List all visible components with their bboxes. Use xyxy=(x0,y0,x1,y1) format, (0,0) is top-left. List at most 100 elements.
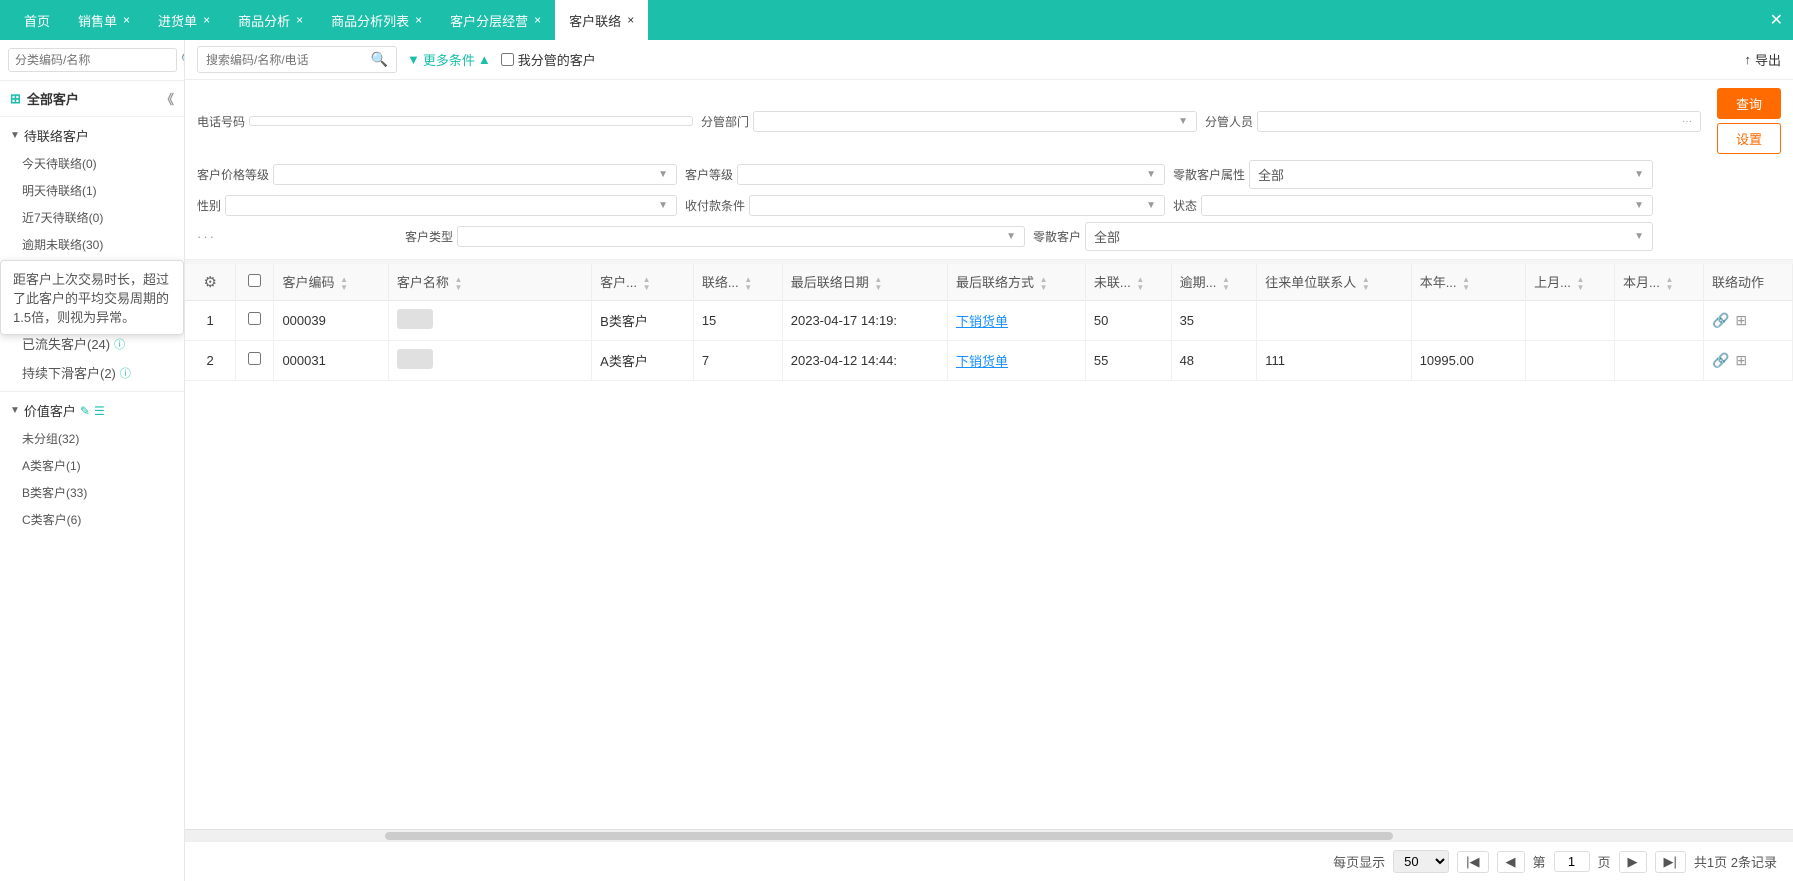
more-dots[interactable]: ··· xyxy=(197,229,216,244)
sidebar-search-input[interactable] xyxy=(8,48,177,72)
price-level-arrow-icon: ▼ xyxy=(658,169,668,180)
nav-window-close[interactable]: ✕ xyxy=(1770,10,1783,30)
row1-checkbox[interactable] xyxy=(248,312,261,325)
close-customer-contact-icon[interactable]: × xyxy=(627,13,634,27)
sidebar-item-overdue[interactable]: 逾期未联络(30) xyxy=(0,231,184,258)
th-unread: 未联... ▲▼ xyxy=(1085,264,1171,300)
row2-grid-icon[interactable]: ⊞ xyxy=(1735,352,1747,369)
horizontal-scrollbar[interactable] xyxy=(185,829,1793,841)
page-total: 共1页 2条记录 xyxy=(1694,852,1777,871)
row2-action-icons: 🔗 ⊞ xyxy=(1712,352,1784,369)
customer-level-label: 客户等级 xyxy=(685,166,733,183)
my-customers-checkbox-label[interactable]: 我分管的客户 xyxy=(501,50,596,69)
nav-sales[interactable]: 销售单 × xyxy=(64,0,144,40)
dept-select[interactable]: ▼ xyxy=(753,111,1197,132)
close-product-analysis-icon[interactable]: × xyxy=(296,13,303,27)
row1-year xyxy=(1411,300,1525,340)
customer-level-select[interactable]: ▼ xyxy=(737,164,1165,185)
settings-button[interactable]: 设置 xyxy=(1717,123,1781,154)
info-icon4: ⓘ xyxy=(120,365,131,381)
nav-product-list[interactable]: 商品分析列表 × xyxy=(317,0,436,40)
last-page-btn[interactable]: ▶| xyxy=(1655,851,1686,873)
payment-select[interactable]: ▼ xyxy=(749,195,1165,216)
row1-method-link[interactable]: 下销货单 xyxy=(956,314,1008,329)
filter-more-btn[interactable]: ▼ 更多条件 ▲ xyxy=(407,50,491,69)
my-customers-checkbox[interactable] xyxy=(501,53,514,66)
nav-product-analysis[interactable]: 商品分析 × xyxy=(224,0,317,40)
gear-icon[interactable]: ⚙ xyxy=(203,274,216,291)
row1-contact: 15 xyxy=(693,300,782,340)
row2-check[interactable] xyxy=(236,340,274,380)
row2-method-link[interactable]: 下销货单 xyxy=(956,354,1008,369)
zero-attr-select[interactable]: 全部 ▼ xyxy=(1249,160,1653,189)
page-input[interactable] xyxy=(1554,851,1590,872)
edit-icon[interactable]: ✎ xyxy=(80,404,90,418)
close-sales-icon[interactable]: × xyxy=(123,13,130,27)
zero-attr-segment: 零散客户属性 全部 ▼ xyxy=(1173,160,1653,189)
sidebar-item-ungrouped[interactable]: 未分组(32) xyxy=(0,425,184,452)
sort-date-icon: ▲▼ xyxy=(874,276,882,292)
price-level-select[interactable]: ▼ xyxy=(273,164,677,185)
zero-customer-label: 零散客户 xyxy=(1033,228,1081,245)
th-last-contact-method: 最后联络方式 ▲▼ xyxy=(947,264,1085,300)
sidebar-search-bar: 🔍 xyxy=(0,40,184,81)
filter-icon: ▼ xyxy=(407,52,420,67)
phone-input[interactable] xyxy=(249,116,693,126)
filter-search-input[interactable] xyxy=(206,53,371,67)
sidebar-item-7days[interactable]: 近7天待联络(0) xyxy=(0,204,184,231)
row2-company: 111 xyxy=(1257,340,1411,380)
row2-link-icon[interactable]: 🔗 xyxy=(1712,352,1729,369)
scrollbar-thumb[interactable] xyxy=(385,832,1393,840)
next-page-btn[interactable]: ▶ xyxy=(1619,851,1647,873)
dept-label: 分管部门 xyxy=(701,113,749,130)
adv-filter-row2: 客户价格等级 ▼ 客户等级 ▼ 零散客户属性 全部 xyxy=(197,160,1781,189)
person-select[interactable]: ··· xyxy=(1257,111,1701,132)
sort-thismonth-icon: ▲▼ xyxy=(1665,276,1673,292)
first-page-btn[interactable]: |◀ xyxy=(1457,851,1488,873)
sidebar-item-tomorrow[interactable]: 明天待联络(1) xyxy=(0,177,184,204)
sidebar-search-icon[interactable]: 🔍 xyxy=(181,52,185,68)
sidebar-collapse-icon[interactable]: 《 xyxy=(161,89,174,108)
row1-lastmonth xyxy=(1526,300,1615,340)
customer-type-select[interactable]: ▼ xyxy=(457,226,1025,247)
export-btn[interactable]: ↑ 导出 xyxy=(1744,50,1781,69)
row2-year: 10995.00 xyxy=(1411,340,1525,380)
sidebar-item-declining[interactable]: 持续下滑客户(2) ⓘ xyxy=(0,358,184,387)
sort-contact-icon: ▲▼ xyxy=(744,276,752,292)
select-all-checkbox[interactable] xyxy=(248,274,261,287)
th-overdue: 逾期... ▲▼ xyxy=(1171,264,1257,300)
list-icon[interactable]: ☰ xyxy=(94,404,105,418)
sidebar-item-c-class[interactable]: C类客户(6) xyxy=(0,506,184,533)
dots-segment: ··· xyxy=(197,229,397,244)
row1-unread: 50 xyxy=(1085,300,1171,340)
sidebar-all-customers[interactable]: ⊞ 全部客户 《 xyxy=(0,81,184,117)
row1-type: B类客户 xyxy=(592,300,694,340)
per-page-select[interactable]: 50 100 xyxy=(1393,850,1449,873)
nav-home[interactable]: 首页 xyxy=(10,0,64,40)
zero-customer-select[interactable]: 全部 ▼ xyxy=(1085,222,1653,251)
customer-level-arrow-icon: ▼ xyxy=(1146,169,1156,180)
close-purchase-icon[interactable]: × xyxy=(203,13,210,27)
sort-overdue-icon: ▲▼ xyxy=(1222,276,1230,292)
pending-contact-title[interactable]: ▼ 待联络客户 xyxy=(0,121,184,150)
nav-purchase[interactable]: 进货单 × xyxy=(144,0,224,40)
value-customers-title[interactable]: ▼ 价值客户 ✎ ☰ xyxy=(0,396,184,425)
nav-customer-contact[interactable]: 客户联络 × xyxy=(555,0,648,40)
close-customer-mgmt-icon[interactable]: × xyxy=(534,13,541,27)
row1-link-icon[interactable]: 🔗 xyxy=(1712,312,1729,329)
row1-grid-icon[interactable]: ⊞ xyxy=(1735,312,1747,329)
sidebar-item-a-class[interactable]: A类客户(1) xyxy=(0,452,184,479)
status-select[interactable]: ▼ xyxy=(1201,195,1653,216)
zero-attr-arrow-icon: ▼ xyxy=(1634,169,1644,180)
sidebar-item-today[interactable]: 今天待联络(0) xyxy=(0,150,184,177)
gender-select[interactable]: ▼ xyxy=(225,195,677,216)
sidebar-item-b-class[interactable]: B类客户(33) xyxy=(0,479,184,506)
row1-check[interactable] xyxy=(236,300,274,340)
query-button[interactable]: 查询 xyxy=(1717,88,1781,119)
prev-page-btn[interactable]: ◀ xyxy=(1497,851,1525,873)
th-last-contact-date: 最后联络日期 ▲▼ xyxy=(782,264,947,300)
nav-customer-mgmt[interactable]: 客户分层经营 × xyxy=(436,0,555,40)
row2-checkbox[interactable] xyxy=(248,352,261,365)
close-product-list-icon[interactable]: × xyxy=(415,13,422,27)
filter-search-icon[interactable]: 🔍 xyxy=(371,51,388,68)
